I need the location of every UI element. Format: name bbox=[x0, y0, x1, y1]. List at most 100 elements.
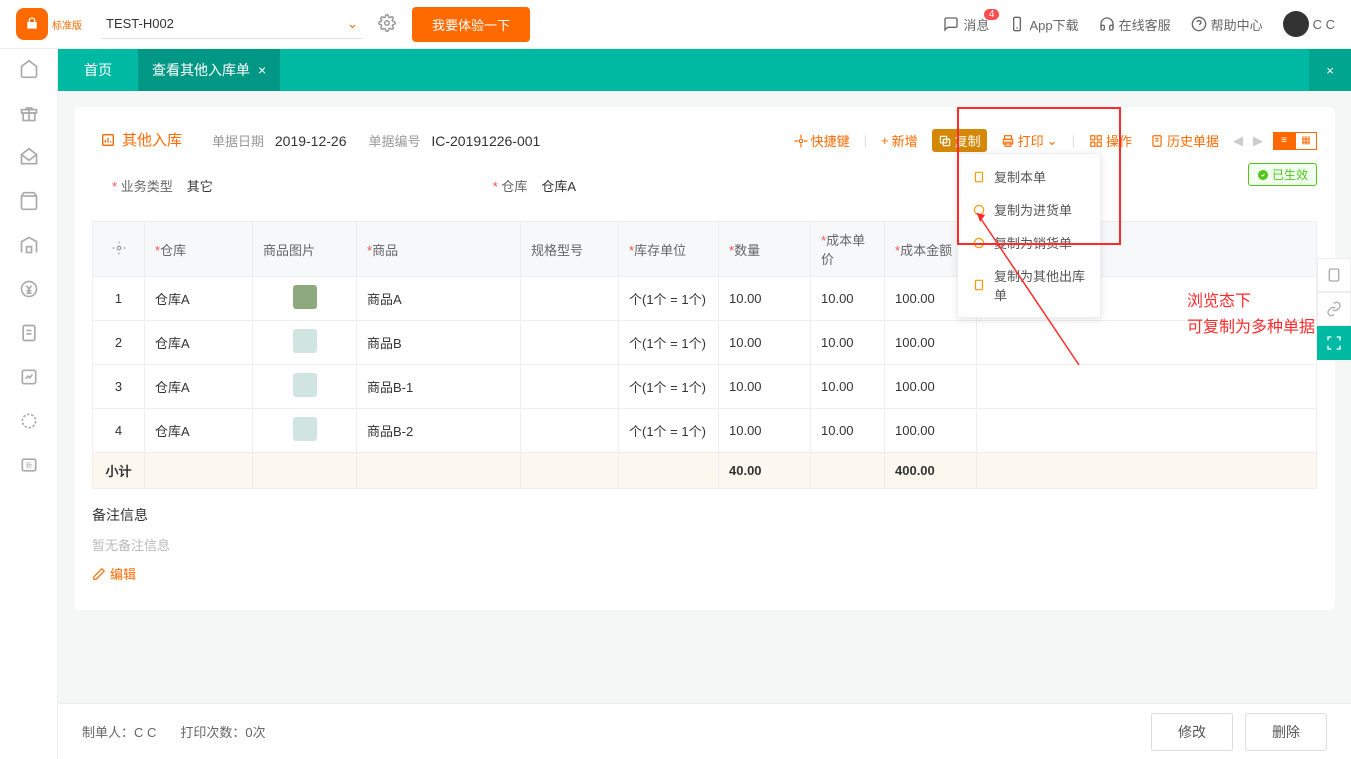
tab-active[interactable]: 查看其他入库单 × bbox=[138, 49, 280, 91]
left-sidebar: 新 bbox=[0, 49, 58, 759]
chevron-down-icon: ⌄ bbox=[1047, 133, 1058, 149]
toolbar: 快捷键 | + 新增 复制 打印 bbox=[790, 129, 1317, 152]
list-view-button[interactable]: ≡ bbox=[1273, 132, 1295, 150]
close-all-tabs-button[interactable]: × bbox=[1309, 49, 1351, 91]
table-row: 2 仓库A 商品B 个(1个 = 1个) 10.00 10.00 100.00 bbox=[93, 321, 1317, 365]
row-index: 1 bbox=[93, 277, 145, 321]
float-expand-button[interactable] bbox=[1317, 326, 1351, 360]
trial-button[interactable]: 我要体验一下 bbox=[412, 7, 530, 42]
remarks-edit-button[interactable]: 编辑 bbox=[92, 564, 136, 583]
col-warehouse: *仓库 bbox=[145, 222, 253, 277]
tab-home[interactable]: 首页 bbox=[58, 49, 138, 91]
home-icon[interactable] bbox=[19, 59, 39, 79]
row-price: 10.00 bbox=[811, 409, 885, 453]
copy-other-out-label: 复制为其他出库单 bbox=[994, 266, 1086, 304]
doc-no-label: 单据编号 bbox=[369, 134, 421, 149]
status-badge: 已生效 bbox=[1248, 163, 1317, 186]
float-note-button[interactable] bbox=[1317, 258, 1351, 292]
doc-type-tab[interactable]: 其他入库 bbox=[92, 123, 190, 158]
biz-type-value: 其它 bbox=[187, 176, 213, 195]
copy-button[interactable]: 复制 bbox=[932, 129, 987, 152]
org-name: TEST-H002 bbox=[106, 16, 174, 31]
app-logo bbox=[16, 8, 48, 40]
messages-link[interactable]: 消息 4 bbox=[943, 15, 989, 34]
print-count-info: 打印次数：0次 bbox=[180, 722, 265, 741]
row-price: 10.00 bbox=[811, 365, 885, 409]
row-product: 商品B-2 bbox=[357, 409, 521, 453]
copy-this-doc[interactable]: 复制本单 bbox=[958, 160, 1100, 193]
prev-doc-button[interactable]: ◀ bbox=[1233, 133, 1243, 149]
org-selector[interactable]: TEST-H002 ⌄ bbox=[102, 10, 362, 39]
row-unit: 个(1个 = 1个) bbox=[619, 365, 719, 409]
copy-to-sales[interactable]: 复制为销货单 bbox=[958, 226, 1100, 259]
subtotal-row: 小计 40.00 400.00 bbox=[93, 453, 1317, 489]
history-button[interactable]: 历史单据 bbox=[1146, 129, 1223, 152]
refresh-icon[interactable] bbox=[19, 411, 39, 431]
app-download-link[interactable]: App下载 bbox=[1009, 15, 1078, 34]
clipboard-icon[interactable] bbox=[19, 323, 39, 343]
row-amount: 100.00 bbox=[885, 365, 977, 409]
tab-close-icon[interactable]: × bbox=[258, 62, 266, 78]
edition-label: 标准版 bbox=[52, 17, 82, 32]
col-price: *成本单价 bbox=[811, 222, 885, 277]
chevron-down-icon: ⌄ bbox=[347, 16, 358, 32]
user-menu[interactable]: C C bbox=[1283, 11, 1335, 37]
shortcut-button[interactable]: 快捷键 bbox=[790, 129, 854, 152]
biz-type-label: * 业务类型 bbox=[112, 176, 173, 195]
copy-to-other-out[interactable]: 复制为其他出库单 bbox=[958, 259, 1100, 311]
history-label: 历史单据 bbox=[1167, 131, 1219, 150]
gift-icon[interactable] bbox=[19, 103, 39, 123]
delete-button[interactable]: 删除 bbox=[1245, 713, 1327, 751]
next-doc-button[interactable]: ▶ bbox=[1253, 133, 1263, 149]
help-center-label: 帮助中心 bbox=[1211, 15, 1263, 34]
col-unit: *库存单位 bbox=[619, 222, 719, 277]
subtotal-label: 小计 bbox=[93, 453, 145, 489]
copy-label: 复制 bbox=[955, 131, 981, 150]
table-row: 1 仓库A 商品A 个(1个 = 1个) 10.00 10.00 100.00 bbox=[93, 277, 1317, 321]
col-gear[interactable] bbox=[93, 222, 145, 277]
remarks-empty: 暂无备注信息 bbox=[92, 535, 1317, 554]
warehouse-label: * 仓库 bbox=[493, 176, 528, 195]
doc-type-label: 其他入库 bbox=[122, 129, 182, 150]
row-index: 3 bbox=[93, 365, 145, 409]
new-icon[interactable]: 新 bbox=[19, 455, 39, 475]
copy-to-purchase[interactable]: 复制为进货单 bbox=[958, 193, 1100, 226]
float-link-button[interactable] bbox=[1317, 292, 1351, 326]
help-center-link[interactable]: 帮助中心 bbox=[1191, 15, 1263, 34]
plus-icon: + bbox=[881, 133, 889, 148]
sales-icon[interactable] bbox=[19, 147, 39, 167]
modify-button[interactable]: 修改 bbox=[1151, 713, 1233, 751]
money-icon[interactable] bbox=[19, 279, 39, 299]
row-spec bbox=[521, 409, 619, 453]
online-service-link[interactable]: 在线客服 bbox=[1099, 15, 1171, 34]
app-download-label: App下载 bbox=[1029, 15, 1078, 34]
grid-view-button[interactable]: ▦ bbox=[1295, 132, 1317, 150]
row-image bbox=[253, 409, 357, 453]
warehouse-icon[interactable] bbox=[19, 235, 39, 255]
creator-info: 制单人：C C bbox=[82, 722, 156, 741]
row-index: 2 bbox=[93, 321, 145, 365]
subtotal-qty: 40.00 bbox=[719, 453, 811, 489]
row-qty: 10.00 bbox=[719, 365, 811, 409]
tab-active-label: 查看其他入库单 bbox=[152, 60, 250, 80]
print-button[interactable]: 打印 ⌄ bbox=[997, 129, 1062, 152]
row-product: 商品B bbox=[357, 321, 521, 365]
copy-icon bbox=[972, 170, 986, 184]
doc-no-value: IC-20191226-001 bbox=[431, 133, 540, 149]
row-image bbox=[253, 365, 357, 409]
row-amount: 100.00 bbox=[885, 321, 977, 365]
settings-gear-icon[interactable] bbox=[378, 14, 396, 35]
copy-dropdown-menu: 复制本单 复制为进货单 复制为销货单 复制为其他出库单 bbox=[957, 153, 1101, 318]
report-icon[interactable] bbox=[19, 367, 39, 387]
sales-icon bbox=[972, 236, 986, 250]
annotation-line1: 浏览态下 bbox=[1187, 289, 1315, 315]
bag-icon[interactable] bbox=[19, 191, 39, 211]
user-name: C C bbox=[1313, 17, 1335, 32]
row-unit: 个(1个 = 1个) bbox=[619, 409, 719, 453]
operate-button[interactable]: 操作 bbox=[1085, 129, 1136, 152]
document-panel: 浏览态下 可复制为多种单据 已生效 其他入库 单据日期 2 bbox=[74, 107, 1335, 610]
view-toggle: ≡ ▦ bbox=[1273, 132, 1317, 150]
row-qty: 10.00 bbox=[719, 409, 811, 453]
copy-sales-label: 复制为销货单 bbox=[994, 233, 1072, 252]
add-button[interactable]: + 新增 bbox=[877, 129, 922, 152]
